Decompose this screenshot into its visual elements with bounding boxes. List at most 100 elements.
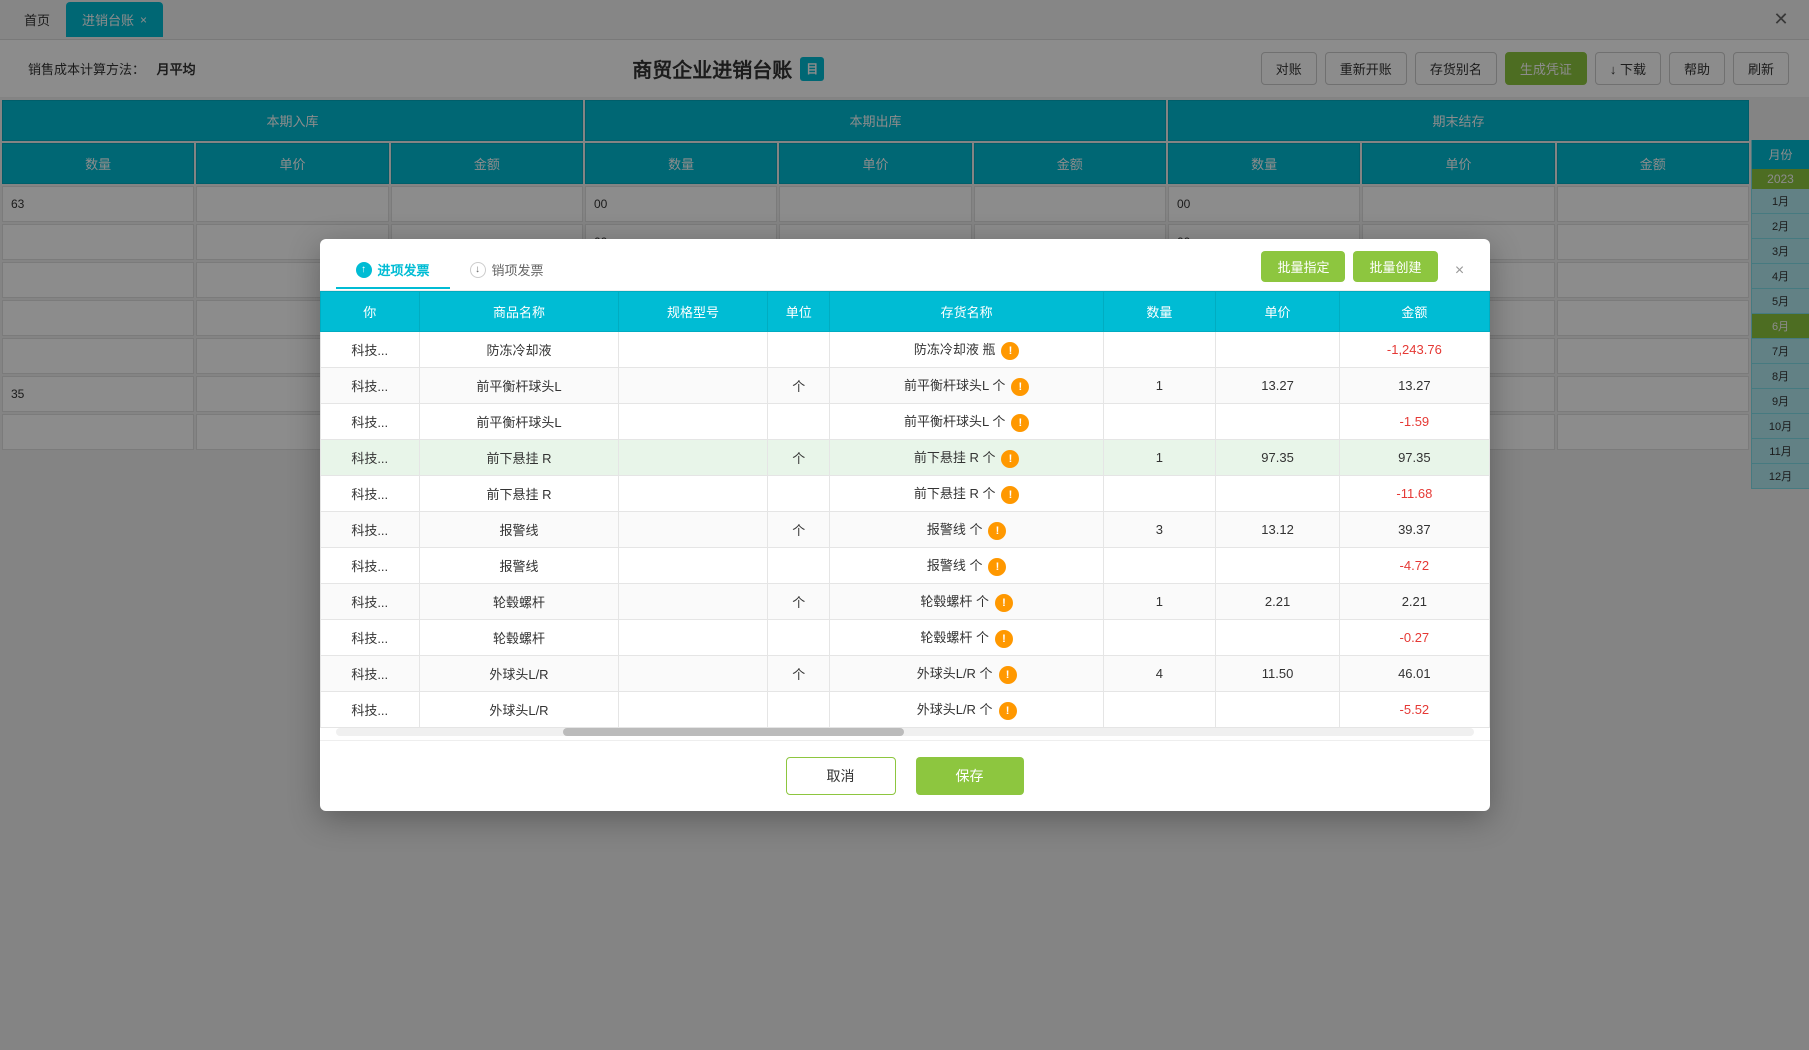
warning-icon: ! [999, 666, 1017, 684]
table-cell: 97.35 [1215, 440, 1339, 476]
col-amount: 金额 [1340, 292, 1489, 332]
tab-out-invoice[interactable]: ↓ 销项发票 [450, 252, 564, 289]
inventory-name-text: 报警线 个 [927, 558, 983, 573]
modal-tabs: ↑ 进项发票 ↓ 销项发票 [336, 252, 564, 289]
table-cell: 科技... [320, 584, 419, 620]
table-cell: 科技... [320, 440, 419, 476]
table-cell: -5.52 [1340, 692, 1489, 728]
table-row: 科技...报警线报警线 个!-4.72 [320, 548, 1489, 584]
batch-assign-button[interactable]: 批量指定 [1261, 251, 1345, 282]
col-source: 你 [320, 292, 419, 332]
warning-icon: ! [995, 630, 1013, 648]
table-cell [1103, 692, 1215, 728]
modal-footer: 取消 保存 [320, 740, 1490, 811]
table-row: 科技...前平衡杆球头L个前平衡杆球头L 个!113.2713.27 [320, 368, 1489, 404]
modal-scrollbar[interactable] [336, 728, 1474, 736]
table-row: 科技...轮毂螺杆轮毂螺杆 个!-0.27 [320, 620, 1489, 656]
table-cell: 前平衡杆球头L 个! [830, 368, 1104, 404]
table-cell: 1 [1103, 584, 1215, 620]
table-cell: 个 [768, 512, 830, 548]
table-cell [768, 692, 830, 728]
table-cell: 轮毂螺杆 [419, 620, 618, 656]
table-cell: 39.37 [1340, 512, 1489, 548]
tab-in-invoice[interactable]: ↑ 进项发票 [336, 252, 450, 289]
warning-icon: ! [988, 558, 1006, 576]
table-cell [768, 404, 830, 440]
table-cell [618, 620, 767, 656]
table-cell: 科技... [320, 332, 419, 368]
inventory-name-text: 报警线 个 [927, 522, 983, 537]
batch-create-button[interactable]: 批量创建 [1353, 251, 1437, 282]
warning-icon: ! [988, 522, 1006, 540]
table-cell: 1 [1103, 368, 1215, 404]
table-cell [1103, 548, 1215, 584]
col-unit: 单位 [768, 292, 830, 332]
table-cell: 报警线 [419, 512, 618, 548]
warning-icon: ! [1001, 486, 1019, 504]
warning-icon: ! [1001, 342, 1019, 360]
table-cell: -4.72 [1340, 548, 1489, 584]
table-cell: -1,243.76 [1340, 332, 1489, 368]
warning-icon: ! [1011, 378, 1029, 396]
table-cell [1215, 692, 1339, 728]
table-cell [618, 512, 767, 548]
modal-scrollbar-thumb [563, 728, 904, 736]
table-cell [618, 584, 767, 620]
table-row: 科技...防冻冷却液防冻冷却液 瓶!-1,243.76 [320, 332, 1489, 368]
table-cell: 轮毂螺杆 个! [830, 584, 1104, 620]
table-cell: 前下悬挂 R 个! [830, 476, 1104, 512]
table-cell: 报警线 个! [830, 512, 1104, 548]
inventory-name-text: 外球头L/R 个 [917, 666, 993, 681]
table-cell [768, 332, 830, 368]
table-cell: 报警线 [419, 548, 618, 584]
table-cell: 科技... [320, 368, 419, 404]
table-cell [1215, 476, 1339, 512]
table-cell [1215, 620, 1339, 656]
col-spec: 规格型号 [618, 292, 767, 332]
modal-header: ↑ 进项发票 ↓ 销项发票 批量指定 批量创建 × [320, 239, 1490, 291]
table-cell: -0.27 [1340, 620, 1489, 656]
table-cell: 11.50 [1215, 656, 1339, 692]
table-cell [768, 476, 830, 512]
table-cell [1103, 332, 1215, 368]
modal-close-button[interactable]: × [1446, 257, 1474, 285]
table-cell [768, 620, 830, 656]
table-cell [1103, 404, 1215, 440]
table-cell: 前平衡杆球头L [419, 368, 618, 404]
table-cell: 13.12 [1215, 512, 1339, 548]
table-cell: -11.68 [1340, 476, 1489, 512]
modal-header-actions: 批量指定 批量创建 [1261, 251, 1437, 290]
table-cell [768, 548, 830, 584]
table-cell: 外球头L/R 个! [830, 656, 1104, 692]
inventory-name-text: 外球头L/R 个 [917, 702, 993, 717]
table-cell: 3 [1103, 512, 1215, 548]
table-cell [618, 440, 767, 476]
table-cell: 个 [768, 584, 830, 620]
table-cell: 外球头L/R [419, 656, 618, 692]
table-cell [618, 656, 767, 692]
table-cell: 科技... [320, 692, 419, 728]
cancel-button[interactable]: 取消 [786, 757, 896, 795]
table-cell: 科技... [320, 512, 419, 548]
table-cell: 46.01 [1340, 656, 1489, 692]
table-cell [1215, 404, 1339, 440]
table-cell: 外球头L/R [419, 692, 618, 728]
table-row: 科技...外球头L/R个外球头L/R 个!411.5046.01 [320, 656, 1489, 692]
table-cell [1215, 332, 1339, 368]
table-cell: 前下悬挂 R [419, 476, 618, 512]
col-quantity: 数量 [1103, 292, 1215, 332]
table-cell: 4 [1103, 656, 1215, 692]
table-cell: 前平衡杆球头L 个! [830, 404, 1104, 440]
warning-icon: ! [999, 702, 1017, 720]
data-table: 你 商品名称 规格型号 单位 存货名称 数量 单价 金额 科技...防冻冷却液防… [320, 291, 1490, 728]
inventory-name-text: 防冻冷却液 瓶 [914, 342, 996, 357]
table-cell [1103, 620, 1215, 656]
table-cell: 轮毂螺杆 [419, 584, 618, 620]
table-cell: 97.35 [1340, 440, 1489, 476]
inventory-name-text: 前下悬挂 R 个 [914, 450, 996, 465]
table-cell [618, 692, 767, 728]
save-button[interactable]: 保存 [916, 757, 1024, 795]
invoice-modal: ↑ 进项发票 ↓ 销项发票 批量指定 批量创建 × 你 商品名称 规格型号 单位… [320, 239, 1490, 811]
modal-body: 你 商品名称 规格型号 单位 存货名称 数量 单价 金额 科技...防冻冷却液防… [320, 291, 1490, 728]
table-cell: 前平衡杆球头L [419, 404, 618, 440]
